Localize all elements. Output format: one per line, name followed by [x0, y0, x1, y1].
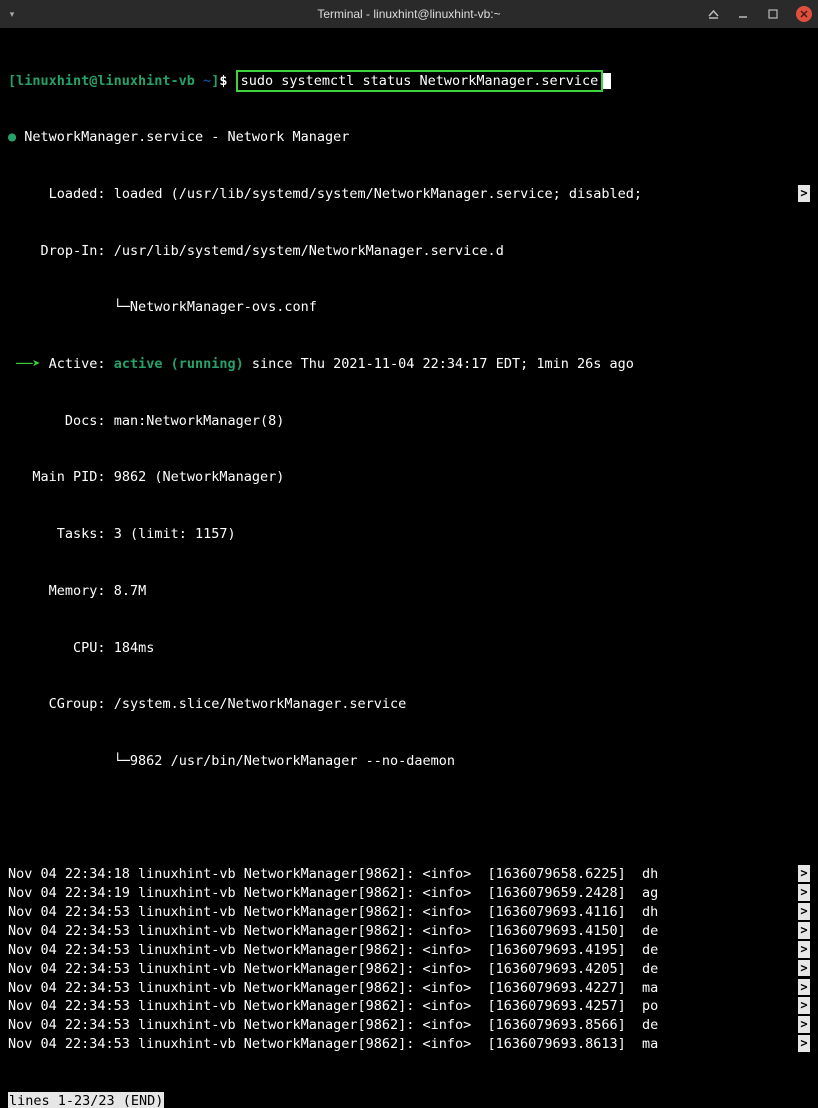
window-titlebar: ▾ Terminal - linuxhint@linuxhint-vb:~ — [0, 0, 818, 28]
log-line: Nov 04 22:34:53 linuxhint-vb NetworkMana… — [8, 1016, 810, 1035]
logs-section: Nov 04 22:34:18 linuxhint-vb NetworkMana… — [8, 865, 810, 1054]
terminal-area[interactable]: [linuxhint@linuxhint-vb ~]$ sudo systemc… — [0, 28, 818, 1108]
keep-on-top-button[interactable] — [706, 7, 720, 21]
scroll-right-icon[interactable]: > — [798, 884, 810, 901]
active-value: active (running) — [114, 356, 244, 372]
cgroup-label: CGroup: — [49, 696, 106, 712]
loaded-label: Loaded: — [49, 186, 106, 202]
docs-line: Docs: man:NetworkManager(8) — [8, 412, 810, 431]
active-line: ──➤ Active: active (running) since Thu 2… — [8, 355, 810, 374]
scroll-right-icon[interactable]: > — [798, 941, 810, 958]
cgroup-value: /system.slice/NetworkManager.service — [114, 696, 407, 712]
blank-line — [8, 809, 810, 828]
arrow-annotation-icon: ──➤ — [8, 356, 49, 372]
log-line: Nov 04 22:34:53 linuxhint-vb NetworkMana… — [8, 979, 810, 998]
cpu-label: CPU: — [73, 640, 106, 656]
scroll-right-icon[interactable]: > — [798, 185, 810, 202]
active-since: since Thu 2021-11-04 22:34:17 EDT; 1min … — [244, 356, 634, 372]
log-text: Nov 04 22:34:53 linuxhint-vb NetworkMana… — [8, 1016, 810, 1035]
prompt-line: [linuxhint@linuxhint-vb ~]$ sudo systemc… — [8, 72, 810, 91]
loaded-line: Loaded: loaded (/usr/lib/systemd/system/… — [8, 185, 810, 204]
cgroup-cont-line: └─9862 /usr/bin/NetworkManager --no-daem… — [8, 752, 810, 771]
dropin-cont: └─NetworkManager-ovs.conf — [114, 299, 317, 315]
scroll-right-icon[interactable]: > — [798, 903, 810, 920]
log-text: Nov 04 22:34:19 linuxhint-vb NetworkMana… — [8, 884, 810, 903]
pid-label: Main PID: — [32, 469, 105, 485]
command-text: sudo systemctl status NetworkManager.ser… — [236, 70, 604, 92]
pid-line: Main PID: 9862 (NetworkManager) — [8, 468, 810, 487]
log-line: Nov 04 22:34:53 linuxhint-vb NetworkMana… — [8, 1035, 810, 1054]
loaded-value: loaded (/usr/lib/systemd/system/NetworkM… — [114, 186, 650, 202]
scroll-right-icon[interactable]: > — [798, 997, 810, 1014]
scroll-right-icon[interactable]: > — [798, 922, 810, 939]
log-line: Nov 04 22:34:53 linuxhint-vb NetworkMana… — [8, 941, 810, 960]
tasks-label: Tasks: — [57, 526, 106, 542]
memory-value: 8.7M — [114, 583, 147, 599]
cgroup-cont: └─9862 /usr/bin/NetworkManager --no-daem… — [114, 753, 455, 769]
titlebar-left: ▾ — [6, 8, 18, 20]
docs-label: Docs: — [65, 413, 106, 429]
log-text: Nov 04 22:34:53 linuxhint-vb NetworkMana… — [8, 960, 810, 979]
scroll-right-icon[interactable]: > — [798, 1016, 810, 1033]
dropin-cont-line: └─NetworkManager-ovs.conf — [8, 298, 810, 317]
prompt-dollar: $ — [219, 73, 227, 89]
cgroup-line: CGroup: /system.slice/NetworkManager.ser… — [8, 695, 810, 714]
docs-value: man:NetworkManager(8) — [114, 413, 285, 429]
window-title: Terminal - linuxhint@linuxhint-vb:~ — [317, 6, 500, 23]
maximize-button[interactable] — [766, 7, 780, 21]
minimize-button[interactable] — [736, 7, 750, 21]
dropin-line: Drop-In: /usr/lib/systemd/system/Network… — [8, 242, 810, 261]
log-line: Nov 04 22:34:53 linuxhint-vb NetworkMana… — [8, 960, 810, 979]
log-text: Nov 04 22:34:53 linuxhint-vb NetworkMana… — [8, 903, 810, 922]
dropin-value: /usr/lib/systemd/system/NetworkManager.s… — [114, 243, 504, 259]
service-header-line: ● NetworkManager.service - Network Manag… — [8, 128, 810, 147]
dropin-label: Drop-In: — [41, 243, 106, 259]
pager-status-line: lines 1-23/23 (END) — [8, 1092, 810, 1108]
chevron-down-icon[interactable]: ▾ — [6, 8, 18, 20]
scroll-right-icon[interactable]: > — [798, 960, 810, 977]
scroll-right-icon[interactable]: > — [798, 1035, 810, 1052]
log-text: Nov 04 22:34:53 linuxhint-vb NetworkMana… — [8, 922, 810, 941]
cpu-value: 184ms — [114, 640, 155, 656]
log-text: Nov 04 22:34:53 linuxhint-vb NetworkMana… — [8, 979, 810, 998]
memory-label: Memory: — [49, 583, 106, 599]
log-line: Nov 04 22:34:53 linuxhint-vb NetworkMana… — [8, 903, 810, 922]
tasks-value: 3 (limit: 1157) — [114, 526, 236, 542]
prompt-user-host: [linuxhint@linuxhint-vb — [8, 73, 195, 89]
log-text: Nov 04 22:34:18 linuxhint-vb NetworkMana… — [8, 865, 810, 884]
terminal-cursor — [603, 73, 611, 89]
cpu-line: CPU: 184ms — [8, 639, 810, 658]
log-line: Nov 04 22:34:53 linuxhint-vb NetworkMana… — [8, 922, 810, 941]
log-line: Nov 04 22:34:18 linuxhint-vb NetworkMana… — [8, 865, 810, 884]
close-button[interactable] — [796, 6, 812, 22]
log-text: Nov 04 22:34:53 linuxhint-vb NetworkMana… — [8, 1035, 810, 1054]
titlebar-controls — [706, 6, 812, 22]
log-line: Nov 04 22:34:19 linuxhint-vb NetworkMana… — [8, 884, 810, 903]
log-line: Nov 04 22:34:53 linuxhint-vb NetworkMana… — [8, 997, 810, 1016]
active-label: Active: — [49, 356, 106, 372]
log-text: Nov 04 22:34:53 linuxhint-vb NetworkMana… — [8, 941, 810, 960]
pager-status: lines 1-23/23 (END) — [8, 1092, 164, 1108]
scroll-right-icon[interactable]: > — [798, 979, 810, 996]
prompt-path: ~ — [203, 73, 211, 89]
pid-value: 9862 (NetworkManager) — [114, 469, 285, 485]
memory-line: Memory: 8.7M — [8, 582, 810, 601]
service-header: NetworkManager.service - Network Manager — [24, 129, 349, 145]
status-bullet-icon: ● — [8, 129, 16, 145]
scroll-right-icon[interactable]: > — [798, 865, 810, 882]
log-text: Nov 04 22:34:53 linuxhint-vb NetworkMana… — [8, 997, 810, 1016]
tasks-line: Tasks: 3 (limit: 1157) — [8, 525, 810, 544]
